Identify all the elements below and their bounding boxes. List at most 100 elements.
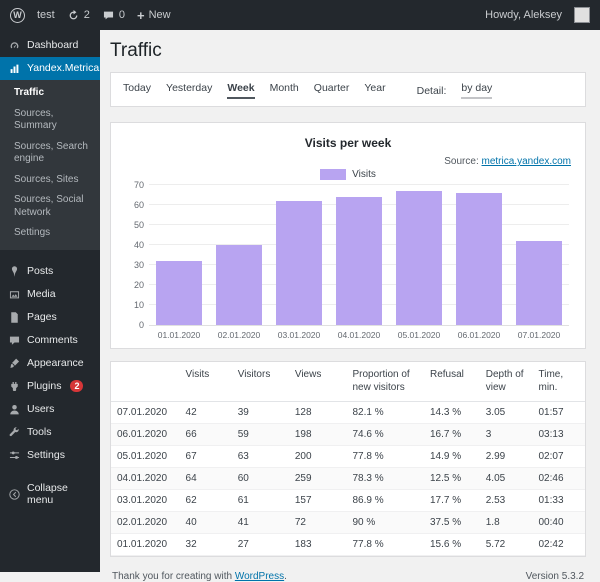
submenu-item-sources-search-engine[interactable]: Sources, Search engine xyxy=(0,137,100,170)
data-cell: 63 xyxy=(231,445,289,468)
data-cell: 77.8 % xyxy=(346,445,424,468)
wordpress-link[interactable]: WordPress xyxy=(235,571,284,582)
comments-indicator[interactable]: 0 xyxy=(102,9,125,22)
avatar[interactable] xyxy=(574,7,590,23)
tab-month[interactable]: Month xyxy=(270,82,299,99)
data-cell: 41 xyxy=(231,511,289,534)
sidebar-item-label: Yandex.Metrica xyxy=(27,62,100,75)
sidebar-item-comments[interactable]: Comments xyxy=(0,329,100,352)
sidebar-item-collapse-menu[interactable]: Collapse menu xyxy=(0,477,100,512)
data-cell: 2.53 xyxy=(479,489,533,512)
visits-chart-panel: Visits per week Source: metrica.yandex.c… xyxy=(110,122,586,349)
chart-x-axis: 01.01.2020 02.01.2020 03.01.2020 04.01.2020… xyxy=(149,330,569,340)
chart-legend: Visits xyxy=(125,169,571,180)
bar-06.01.2020 xyxy=(455,193,503,325)
footer-thanks-text: Thank you for creating with xyxy=(112,571,235,582)
x-tick-label: 02.01.2020 xyxy=(217,330,261,340)
sidebar-item-pages[interactable]: Pages xyxy=(0,306,100,329)
sidebar-item-media[interactable]: Media xyxy=(0,283,100,306)
new-content-button[interactable]: + New xyxy=(137,9,171,22)
sidebar-item-posts[interactable]: Posts xyxy=(0,260,100,283)
data-cell: 40 xyxy=(179,511,232,534)
data-cell: 200 xyxy=(288,445,347,468)
submenu-item-settings[interactable]: Settings xyxy=(0,223,100,244)
y-tick-label: 70 xyxy=(133,180,144,190)
data-cell: 42 xyxy=(179,401,232,424)
submenu-item-sources-sites[interactable]: Sources, Sites xyxy=(0,170,100,191)
data-cell: 86.9 % xyxy=(346,489,424,512)
wrench-icon xyxy=(8,426,21,439)
tab-quarter[interactable]: Quarter xyxy=(314,82,350,99)
column-header: Views xyxy=(288,362,347,402)
bar-slot xyxy=(149,186,209,325)
data-cell: 14.9 % xyxy=(424,445,480,468)
data-cell: 78.3 % xyxy=(346,467,424,490)
x-tick-label: 06.01.2020 xyxy=(457,330,501,340)
column-header xyxy=(111,362,180,402)
y-tick-label: 40 xyxy=(133,240,144,250)
sidebar-item-tools[interactable]: Tools xyxy=(0,421,100,444)
data-cell: 3.05 xyxy=(479,401,533,424)
bar-slot xyxy=(389,186,449,325)
column-header: Refusal xyxy=(424,362,480,402)
sidebar-item-label: Plugins xyxy=(27,379,62,392)
yandex-metrica-submenu: Traffic Sources, Summary Sources, Search… xyxy=(0,80,100,250)
data-cell: 259 xyxy=(288,467,347,490)
data-cell: 27 xyxy=(231,533,289,556)
tab-year[interactable]: Year xyxy=(364,82,385,99)
tab-week[interactable]: Week xyxy=(227,82,255,99)
bar-slot xyxy=(509,186,569,325)
tab-today[interactable]: Today xyxy=(123,82,151,99)
plugins-update-badge: 2 xyxy=(70,380,84,392)
sidebar-item-yandex-metrica[interactable]: Yandex.Metrica xyxy=(0,57,100,80)
data-cell: 60 xyxy=(231,467,289,490)
chart-source-label: Source: xyxy=(444,156,479,167)
data-cell: 37.5 % xyxy=(424,511,480,534)
sidebar-item-plugins[interactable]: Plugins 2 xyxy=(0,375,100,398)
bar-02.01.2020 xyxy=(215,245,263,325)
data-cell: 3 xyxy=(479,423,533,446)
pin-icon xyxy=(8,265,21,278)
site-name-link[interactable]: test xyxy=(37,9,55,21)
data-cell: 82.1 % xyxy=(346,401,424,424)
tab-yesterday[interactable]: Yesterday xyxy=(166,82,212,99)
wordpress-menu[interactable]: W xyxy=(10,7,25,23)
howdy-greeting[interactable]: Howdy, Aleksey xyxy=(485,9,562,21)
y-tick-label: 0 xyxy=(138,320,144,330)
legend-label: Visits xyxy=(352,169,376,180)
new-label: New xyxy=(148,9,171,21)
detail-value-selector[interactable]: by day xyxy=(461,82,493,99)
legend-swatch xyxy=(320,169,347,180)
submenu-item-sources-social-network[interactable]: Sources, Social Network xyxy=(0,190,100,223)
admin-bar-left: W test 2 0 + New xyxy=(10,7,171,23)
table-header-row: Visits Visitors Views Proportion of new vis… xyxy=(111,362,585,402)
submenu-item-sources-summary[interactable]: Sources, Summary xyxy=(0,104,100,137)
y-tick-label: 20 xyxy=(133,280,144,290)
sidebar-item-label: Media xyxy=(27,287,56,300)
sidebar-item-appearance[interactable]: Appearance xyxy=(0,352,100,375)
submenu-item-traffic[interactable]: Traffic xyxy=(0,83,100,104)
data-cell: 128 xyxy=(288,401,347,424)
bar-slot xyxy=(209,186,269,325)
sidebar-item-settings[interactable]: Settings xyxy=(0,444,100,467)
sidebar-item-users[interactable]: Users xyxy=(0,398,100,421)
menu-separator xyxy=(0,250,100,260)
bar-slot xyxy=(269,186,329,325)
table-row: 05.01.2020 67 63 200 77.8 % 14.9 % 2.99 02:07 xyxy=(111,445,585,468)
sidebar-item-label: Collapse menu xyxy=(27,481,68,507)
chart-source-link[interactable]: metrica.yandex.com xyxy=(482,156,571,167)
chart-plot xyxy=(149,184,569,326)
table-body: 07.01.2020 42 39 128 82.1 % 14.3 % 3.05 01:57 06… xyxy=(111,401,585,556)
updates-indicator[interactable]: 2 xyxy=(67,9,90,22)
column-header: Time, min. xyxy=(532,362,585,402)
sidebar-item-label: Posts xyxy=(27,264,54,277)
row-date-cell: 05.01.2020 xyxy=(111,445,180,468)
bar-05.01.2020 xyxy=(395,191,443,325)
bar-slot xyxy=(449,186,509,325)
data-cell: 2.99 xyxy=(479,445,533,468)
sidebar-item-dashboard[interactable]: Dashboard xyxy=(0,34,100,57)
data-cell: 5.72 xyxy=(479,533,533,556)
stats-table: Visits Visitors Views Proportion of new vis… xyxy=(111,362,585,556)
row-date-cell: 01.01.2020 xyxy=(111,533,180,556)
data-cell: 74.6 % xyxy=(346,423,424,446)
